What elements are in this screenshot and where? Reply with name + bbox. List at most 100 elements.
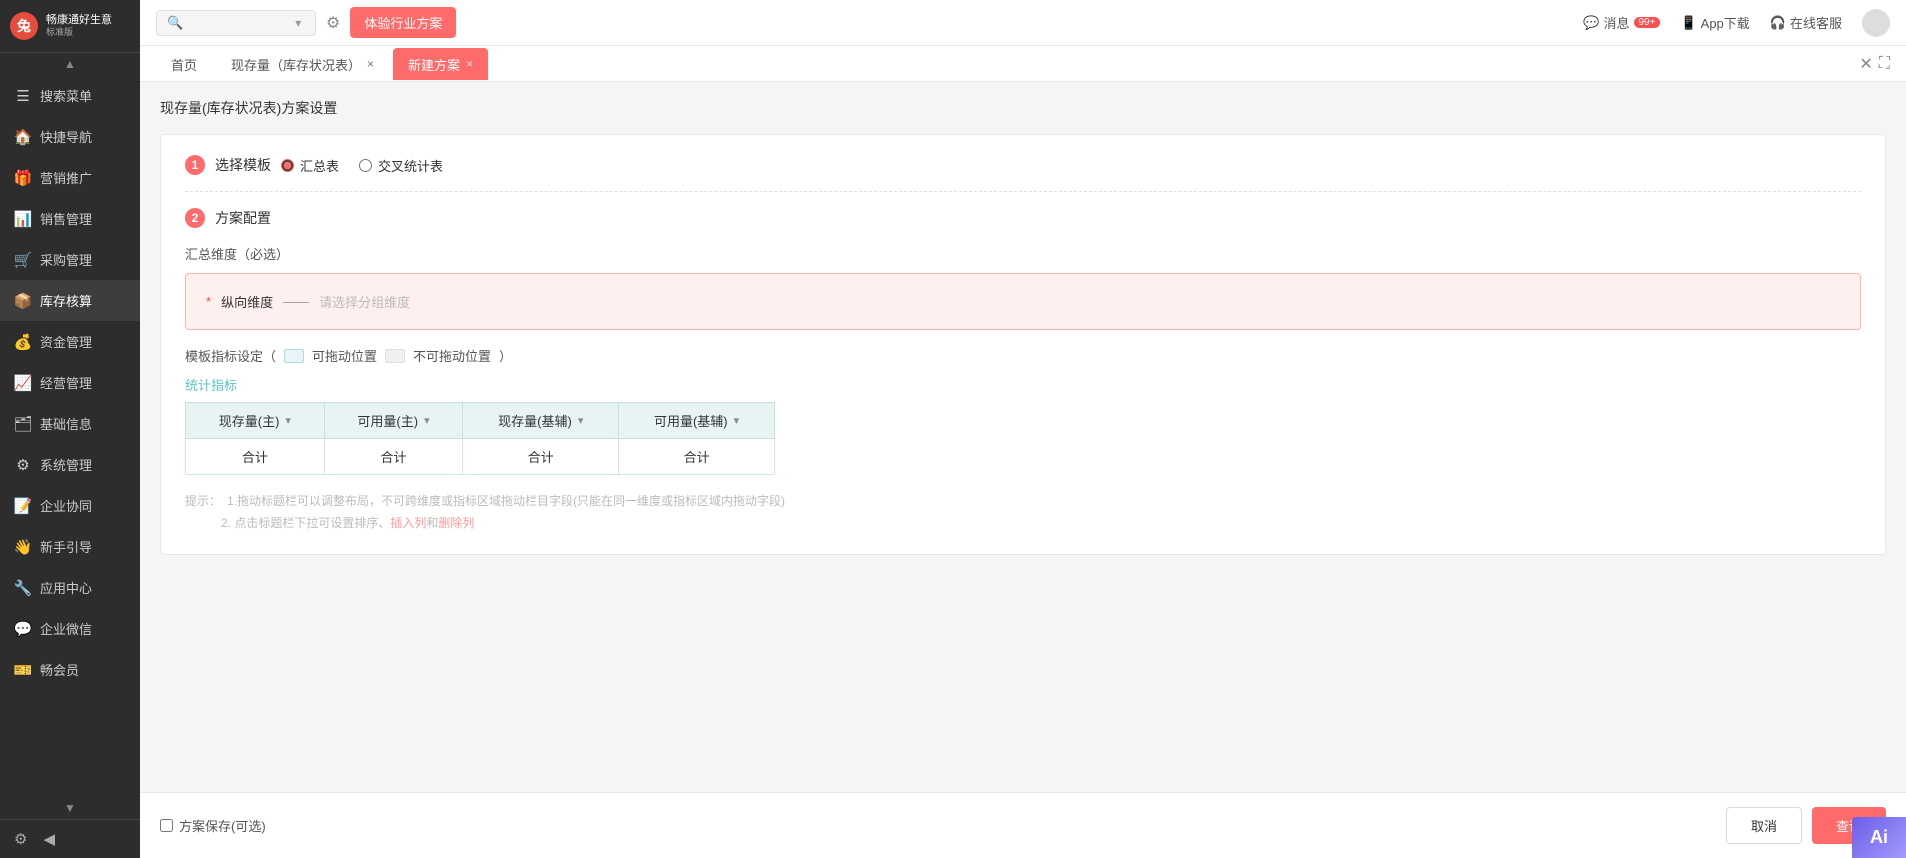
search-input[interactable] — [189, 16, 289, 30]
cancel-button[interactable]: 取消 — [1726, 807, 1802, 844]
radio-cross-input[interactable] — [359, 159, 372, 172]
headset-icon: 🎧 — [1770, 15, 1786, 31]
sidebar-item-member[interactable]: 🎫 畅会员 — [0, 649, 140, 690]
close-new-scheme-tab[interactable]: × — [466, 57, 473, 71]
chevron-2[interactable]: ▾ — [578, 414, 584, 427]
vertical-dim-label: 纵向维度 — [221, 292, 273, 311]
radio-summary-input[interactable] — [281, 159, 294, 172]
inventory-label: 库存核算 — [40, 291, 92, 310]
operations-icon: 📈 — [14, 374, 32, 392]
app-download-button[interactable]: 📱 App下载 — [1680, 13, 1749, 32]
not-draggable-indicator-box — [385, 349, 405, 363]
search-box[interactable]: 🔍 ▾ — [156, 10, 316, 36]
member-label: 畅会员 — [40, 660, 79, 679]
template-radio-group: 汇总表 交叉统计表 — [281, 156, 443, 175]
tab-new-scheme[interactable]: 新建方案 × — [393, 48, 488, 80]
chevron-1[interactable]: ▾ — [424, 414, 430, 427]
sidebar-scroll-up[interactable]: ▲ — [0, 53, 140, 75]
page-title: 现存量(库存状况表)方案设置 — [160, 98, 1886, 118]
phone-icon: 📱 — [1680, 15, 1696, 31]
chevron-3[interactable]: ▾ — [734, 414, 740, 427]
ai-badge[interactable]: Ai — [1852, 817, 1906, 858]
step2-title: 方案配置 — [215, 208, 271, 228]
sidebar-item-wechat[interactable]: 💬 企业微信 — [0, 608, 140, 649]
col-header-0: 现存量(主) ▾ — [186, 403, 325, 439]
step1-title: 选择模板 — [215, 155, 271, 175]
save-option: 方案保存(可选) — [160, 816, 266, 835]
sidebar-item-app-center[interactable]: 🔧 应用中心 — [0, 567, 140, 608]
sidebar-item-cooperation[interactable]: 📝 企业协同 — [0, 485, 140, 526]
step2-header: 2 方案配置 — [185, 208, 1861, 228]
guide-icon: 👋 — [14, 538, 32, 556]
template-indicator: 模板指标设定（ 可拖动位置 不可拖动位置 ） — [185, 346, 1861, 365]
sales-icon: 📊 — [14, 210, 32, 228]
search-icon: 🔍 — [167, 15, 183, 31]
sidebar-scroll-down[interactable]: ▼ — [0, 797, 140, 819]
dropdown-icon[interactable]: ▾ — [295, 16, 301, 30]
system-icon: ⚙ — [14, 456, 32, 474]
sidebar-item-quick-nav[interactable]: 🏠 快捷导航 — [0, 116, 140, 157]
col-header-1: 可用量(主) ▾ — [324, 403, 463, 439]
base-info-icon: 🗂 — [14, 415, 32, 433]
tab-home[interactable]: 首页 — [156, 48, 212, 80]
page-content: 现存量(库存状况表)方案设置 1 选择模板 汇总表 交叉统计表 — [140, 82, 1906, 792]
vertical-dimension: * 纵向维度 —— 请选择分组维度 — [206, 292, 1840, 311]
sidebar-item-sales[interactable]: 📊 销售管理 — [0, 198, 140, 239]
cell-0: 合计 — [186, 439, 325, 475]
sidebar-item-guide[interactable]: 👋 新手引导 — [0, 526, 140, 567]
guide-label: 新手引导 — [40, 537, 92, 556]
message-icon: 💬 — [1583, 15, 1599, 31]
hint-line2: 2. 点击标题栏下拉可设置排序、插入列和删除列 — [185, 513, 1861, 535]
sidebar-item-purchase[interactable]: 🛒 采购管理 — [0, 239, 140, 280]
gear-icon[interactable]: ⚙ — [326, 13, 340, 33]
radio-cross[interactable]: 交叉统计表 — [359, 156, 443, 175]
sidebar-item-operations[interactable]: 📈 经营管理 — [0, 362, 140, 403]
logo-icon: 兔 — [10, 12, 38, 40]
collapse-icon[interactable]: ◀ — [43, 830, 55, 848]
sidebar-item-marketing[interactable]: 🎁 营销推广 — [0, 157, 140, 198]
scheme-settings-card: 1 选择模板 汇总表 交叉统计表 2 方案配置 — [160, 134, 1886, 555]
close-inventory-tab[interactable]: × — [367, 57, 374, 71]
col-header-2: 现存量(基辅) ▾ — [463, 403, 619, 439]
search-label: 搜索菜单 — [40, 86, 92, 105]
stats-data-row: 合计 合计 合计 合计 — [186, 439, 775, 475]
sidebar-item-search[interactable]: ☰ 搜索菜单 — [0, 75, 140, 116]
tabs-right-controls: ✕ ⛶ — [1859, 54, 1890, 74]
cooperation-label: 企业协同 — [40, 496, 92, 515]
settings-icon[interactable]: ⚙ — [14, 830, 27, 848]
finance-label: 资金管理 — [40, 332, 92, 351]
marketing-label: 营销推广 — [40, 168, 92, 187]
sidebar-item-inventory[interactable]: 📦 库存核算 — [0, 280, 140, 321]
main-area: 🔍 ▾ ⚙ 体验行业方案 💬 消息 99+ 📱 App下载 🎧 在线客服 — [140, 0, 1906, 858]
cell-3: 合计 — [619, 439, 775, 475]
trial-button[interactable]: 体验行业方案 — [350, 7, 456, 38]
required-dimension-field: * 纵向维度 —— 请选择分组维度 — [185, 273, 1861, 330]
radio-summary[interactable]: 汇总表 — [281, 156, 339, 175]
online-service-button[interactable]: 🎧 在线客服 — [1770, 13, 1842, 32]
sidebar: 兔 畅康通好生意 标准版 ▲ ☰ 搜索菜单 🏠 快捷导航 🎁 营销推广 📊 销售… — [0, 0, 140, 858]
app-center-label: 应用中心 — [40, 578, 92, 597]
cell-1: 合计 — [324, 439, 463, 475]
hint-section: 提示： 1.拖动标题栏可以调整布局，不可跨维度或指标区域拖动栏目字段(只能在同一… — [185, 491, 1861, 534]
quick-nav-label: 快捷导航 — [40, 127, 92, 146]
save-checkbox[interactable] — [160, 819, 173, 832]
dimension-label: 汇总维度（必选） — [185, 244, 1861, 263]
step1-divider — [185, 191, 1861, 192]
purchase-icon: 🛒 — [14, 251, 32, 269]
cell-2: 合计 — [463, 439, 619, 475]
tabs-bar: 首页 现存量（库存状况表） × 新建方案 × ✕ ⛶ — [140, 46, 1906, 82]
stats-section: 统计指标 现存量(主) ▾ 可用量 — [185, 375, 1861, 475]
user-avatar[interactable] — [1862, 9, 1890, 37]
expand-tab-button[interactable]: ⛶ — [1879, 54, 1890, 74]
message-button[interactable]: 💬 消息 99+ — [1583, 13, 1660, 32]
tab-inventory[interactable]: 现存量（库存状况表） × — [216, 48, 389, 80]
sidebar-item-system[interactable]: ⚙ 系统管理 — [0, 444, 140, 485]
sidebar-logo: 兔 畅康通好生意 标准版 — [0, 0, 140, 53]
app-center-icon: 🔧 — [14, 579, 32, 597]
chevron-0[interactable]: ▾ — [285, 414, 291, 427]
draggable-indicator-box — [284, 349, 304, 363]
collapse-tab-button[interactable]: ✕ — [1859, 54, 1872, 74]
sidebar-item-base-info[interactable]: 🗂 基础信息 — [0, 403, 140, 444]
sidebar-item-finance[interactable]: 💰 资金管理 — [0, 321, 140, 362]
step1-number: 1 — [185, 155, 205, 175]
